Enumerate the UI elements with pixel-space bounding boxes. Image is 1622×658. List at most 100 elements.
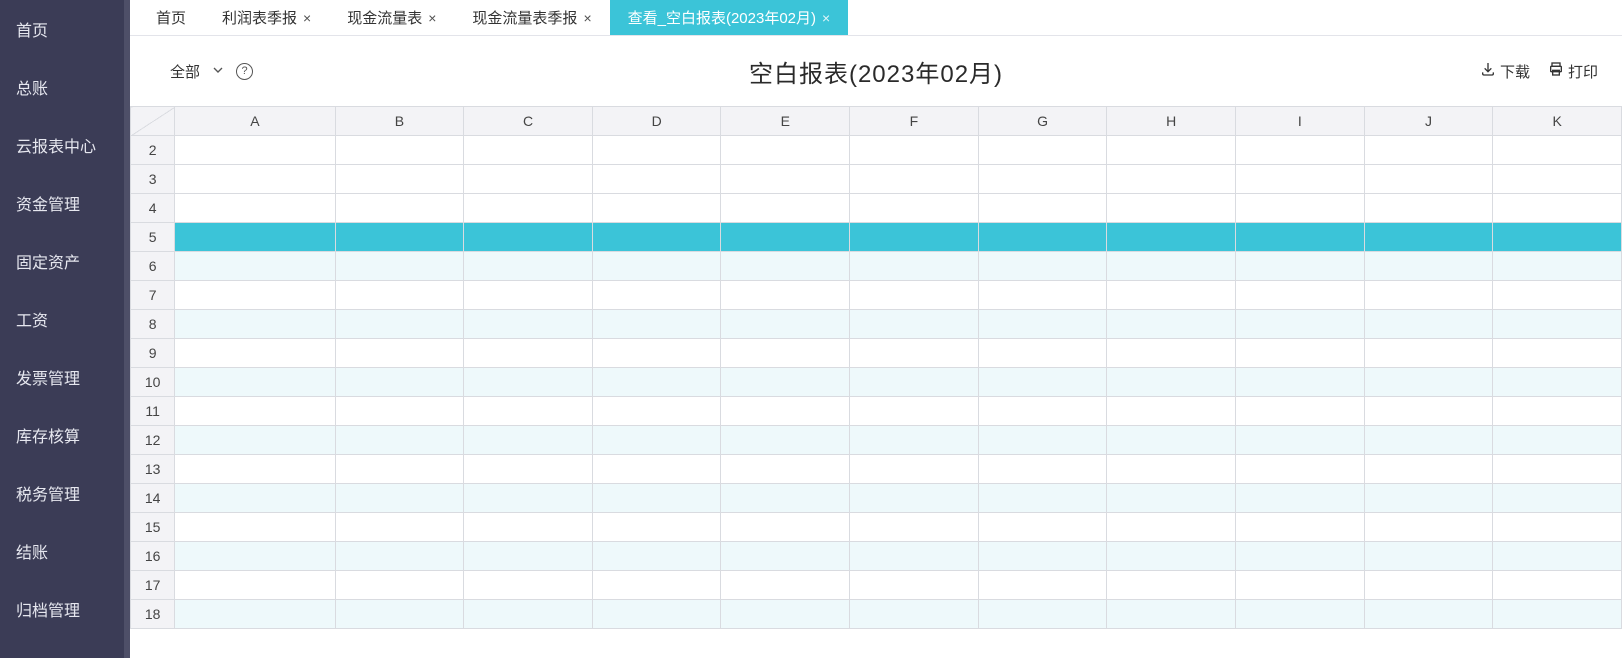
cell-I11[interactable] <box>1236 397 1365 426</box>
cell-J12[interactable] <box>1364 426 1493 455</box>
cell-C12[interactable] <box>464 426 593 455</box>
cell-A18[interactable] <box>175 600 335 629</box>
cell-F8[interactable] <box>850 310 979 339</box>
cell-G10[interactable] <box>978 368 1107 397</box>
cell-J8[interactable] <box>1364 310 1493 339</box>
row-header-12[interactable]: 12 <box>131 426 175 455</box>
cell-G18[interactable] <box>978 600 1107 629</box>
col-header-D[interactable]: D <box>592 107 721 136</box>
cell-D17[interactable] <box>592 571 721 600</box>
cell-G9[interactable] <box>978 339 1107 368</box>
cell-K16[interactable] <box>1493 542 1622 571</box>
cell-D7[interactable] <box>592 281 721 310</box>
cell-H6[interactable] <box>1107 252 1236 281</box>
cell-G5[interactable] <box>978 223 1107 252</box>
col-header-K[interactable]: K <box>1493 107 1622 136</box>
download-button[interactable]: 下载 <box>1480 61 1530 82</box>
cell-H9[interactable] <box>1107 339 1236 368</box>
cell-B18[interactable] <box>335 600 464 629</box>
cell-F18[interactable] <box>850 600 979 629</box>
cell-E14[interactable] <box>721 484 850 513</box>
cell-A5[interactable] <box>175 223 335 252</box>
cell-B13[interactable] <box>335 455 464 484</box>
cell-C15[interactable] <box>464 513 593 542</box>
cell-H8[interactable] <box>1107 310 1236 339</box>
cell-C16[interactable] <box>464 542 593 571</box>
sidebar-item-6[interactable]: 发票管理 <box>0 348 130 406</box>
cell-J13[interactable] <box>1364 455 1493 484</box>
close-icon[interactable]: × <box>583 10 591 26</box>
cell-F16[interactable] <box>850 542 979 571</box>
row-header-14[interactable]: 14 <box>131 484 175 513</box>
row-header-6[interactable]: 6 <box>131 252 175 281</box>
cell-C6[interactable] <box>464 252 593 281</box>
cell-I10[interactable] <box>1236 368 1365 397</box>
cell-A9[interactable] <box>175 339 335 368</box>
cell-F17[interactable] <box>850 571 979 600</box>
col-header-C[interactable]: C <box>464 107 593 136</box>
cell-D8[interactable] <box>592 310 721 339</box>
cell-D5[interactable] <box>592 223 721 252</box>
cell-D18[interactable] <box>592 600 721 629</box>
col-header-B[interactable]: B <box>335 107 464 136</box>
cell-B10[interactable] <box>335 368 464 397</box>
cell-F14[interactable] <box>850 484 979 513</box>
cell-K10[interactable] <box>1493 368 1622 397</box>
cell-B4[interactable] <box>335 194 464 223</box>
close-icon[interactable]: × <box>822 10 830 26</box>
cell-C11[interactable] <box>464 397 593 426</box>
cell-E13[interactable] <box>721 455 850 484</box>
cell-B2[interactable] <box>335 136 464 165</box>
cell-A14[interactable] <box>175 484 335 513</box>
cell-D6[interactable] <box>592 252 721 281</box>
cell-E7[interactable] <box>721 281 850 310</box>
col-header-J[interactable]: J <box>1364 107 1493 136</box>
col-header-F[interactable]: F <box>850 107 979 136</box>
cell-E3[interactable] <box>721 165 850 194</box>
cell-H2[interactable] <box>1107 136 1236 165</box>
cell-B6[interactable] <box>335 252 464 281</box>
cell-E12[interactable] <box>721 426 850 455</box>
cell-K6[interactable] <box>1493 252 1622 281</box>
cell-G12[interactable] <box>978 426 1107 455</box>
cell-H3[interactable] <box>1107 165 1236 194</box>
spreadsheet[interactable]: ABCDEFGHIJK23456789101112131415161718 <box>130 106 1622 658</box>
cell-G6[interactable] <box>978 252 1107 281</box>
cell-B3[interactable] <box>335 165 464 194</box>
cell-A3[interactable] <box>175 165 335 194</box>
cell-G11[interactable] <box>978 397 1107 426</box>
tab-3[interactable]: 现金流量表季报× <box>454 0 609 35</box>
cell-C2[interactable] <box>464 136 593 165</box>
sidebar-item-11[interactable]: 小畅报销 <box>0 638 130 658</box>
cell-I9[interactable] <box>1236 339 1365 368</box>
cell-A13[interactable] <box>175 455 335 484</box>
cell-F2[interactable] <box>850 136 979 165</box>
cell-K17[interactable] <box>1493 571 1622 600</box>
cell-K5[interactable] <box>1493 223 1622 252</box>
cell-B12[interactable] <box>335 426 464 455</box>
tab-2[interactable]: 现金流量表× <box>329 0 454 35</box>
cell-J2[interactable] <box>1364 136 1493 165</box>
cell-D13[interactable] <box>592 455 721 484</box>
cell-A6[interactable] <box>175 252 335 281</box>
cell-J18[interactable] <box>1364 600 1493 629</box>
sidebar-item-0[interactable]: 首页 <box>0 0 130 58</box>
cell-H15[interactable] <box>1107 513 1236 542</box>
cell-A12[interactable] <box>175 426 335 455</box>
cell-J6[interactable] <box>1364 252 1493 281</box>
cell-H16[interactable] <box>1107 542 1236 571</box>
cell-B5[interactable] <box>335 223 464 252</box>
cell-H18[interactable] <box>1107 600 1236 629</box>
cell-D12[interactable] <box>592 426 721 455</box>
cell-K18[interactable] <box>1493 600 1622 629</box>
row-header-5[interactable]: 5 <box>131 223 175 252</box>
cell-I6[interactable] <box>1236 252 1365 281</box>
cell-I5[interactable] <box>1236 223 1365 252</box>
cell-H13[interactable] <box>1107 455 1236 484</box>
cell-D14[interactable] <box>592 484 721 513</box>
cell-H14[interactable] <box>1107 484 1236 513</box>
cell-F15[interactable] <box>850 513 979 542</box>
cell-C7[interactable] <box>464 281 593 310</box>
cell-K2[interactable] <box>1493 136 1622 165</box>
cell-J3[interactable] <box>1364 165 1493 194</box>
